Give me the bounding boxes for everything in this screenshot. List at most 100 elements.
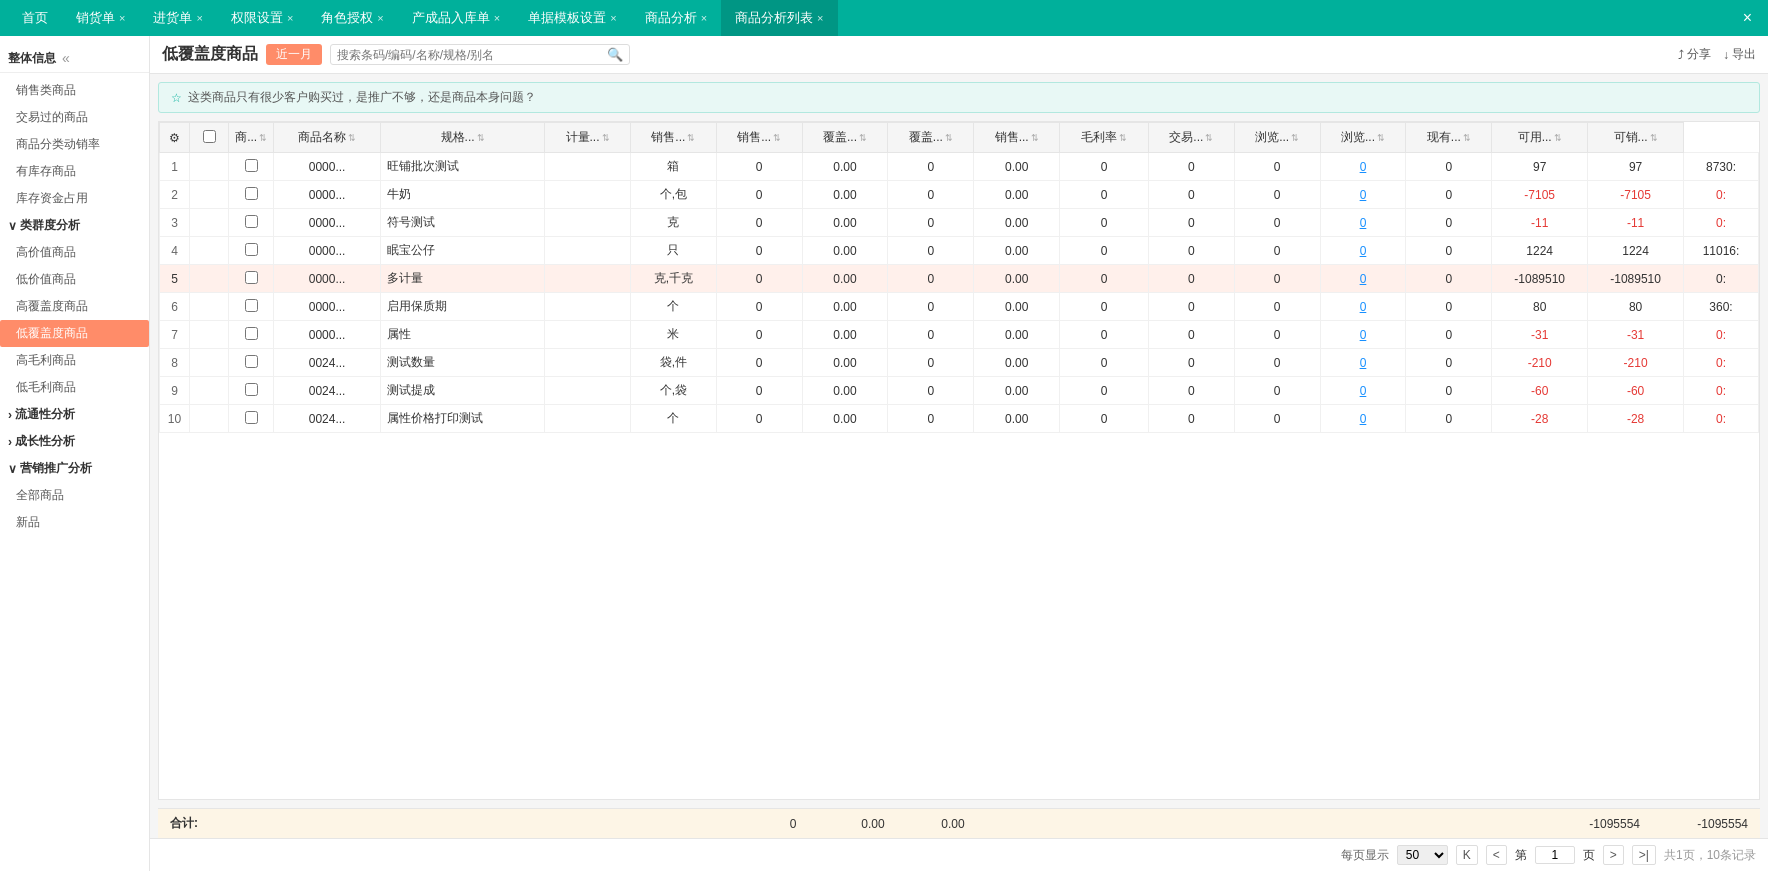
export-button[interactable]: ↓ 导出: [1723, 46, 1756, 63]
row-browse1[interactable]: 0: [1320, 405, 1406, 433]
row-browse2: 0: [1406, 209, 1492, 237]
row-browse1[interactable]: 0: [1320, 153, 1406, 181]
sidebar-item-capital[interactable]: 库存资金占用: [0, 185, 149, 212]
first-page-button[interactable]: K: [1456, 845, 1478, 865]
row-coverage1: 0: [888, 293, 974, 321]
sort-icon: ⇅: [259, 133, 267, 143]
col-spec[interactable]: 规格...⇅: [381, 123, 545, 153]
nav-tab-sales[interactable]: 销货单 ×: [62, 0, 139, 36]
close-icon[interactable]: ×: [494, 0, 500, 36]
row-checkbox[interactable]: [229, 181, 274, 209]
col-coverage2[interactable]: 覆盖...⇅: [888, 123, 974, 153]
col-sales-qty[interactable]: 销售...⇅: [630, 123, 716, 153]
nav-tab-role[interactable]: 角色授权 ×: [307, 0, 397, 36]
content-area: 低覆盖度商品 近一月 🔍 ⤴ 分享 ↓ 导出 ☆ 这类商品只有很少客户购买过，是…: [150, 36, 1768, 871]
nav-tab-home[interactable]: 首页: [8, 0, 62, 36]
sidebar-item-all-goods[interactable]: 全部商品: [0, 482, 149, 509]
row-checkbox[interactable]: [229, 377, 274, 405]
row-current: -31: [1492, 321, 1588, 349]
sidebar-item-sales-goods[interactable]: 销售类商品: [0, 77, 149, 104]
col-unit[interactable]: 计量...⇅: [545, 123, 631, 153]
col-current[interactable]: 现有...⇅: [1406, 123, 1492, 153]
current-page-input[interactable]: [1535, 846, 1575, 864]
last-page-button[interactable]: >|: [1632, 845, 1656, 865]
nav-tab-warehouse[interactable]: 产成品入库单 ×: [398, 0, 514, 36]
row-checkbox[interactable]: [229, 321, 274, 349]
row-settings: [190, 265, 229, 293]
close-icon[interactable]: ×: [610, 0, 616, 36]
row-browse1[interactable]: 0: [1320, 377, 1406, 405]
col-checkbox[interactable]: [190, 123, 229, 153]
row-checkbox[interactable]: [229, 349, 274, 377]
close-icon[interactable]: ×: [701, 0, 707, 36]
sidebar-item-high-margin[interactable]: 高毛利商品: [0, 347, 149, 374]
share-button[interactable]: ⤴ 分享: [1678, 46, 1711, 63]
col-sales-amt[interactable]: 销售...⇅: [716, 123, 802, 153]
sidebar-group-marketing[interactable]: ∨ 营销推广分析: [0, 455, 149, 482]
next-page-button[interactable]: >: [1603, 845, 1624, 865]
row-browse1[interactable]: 0: [1320, 293, 1406, 321]
sidebar-item-low-margin[interactable]: 低毛利商品: [0, 374, 149, 401]
sidebar-item-low-value[interactable]: 低价值商品: [0, 266, 149, 293]
select-all-checkbox[interactable]: [203, 130, 216, 143]
time-filter-button[interactable]: 近一月: [266, 44, 322, 65]
sidebar-item-new-goods[interactable]: 新品: [0, 509, 149, 536]
row-available: -28: [1588, 405, 1684, 433]
col-code[interactable]: 商...⇅: [229, 123, 274, 153]
sidebar-group-cluster[interactable]: ∨ 类群度分析: [0, 212, 149, 239]
nav-tab-analysis-list[interactable]: 商品分析列表 ×: [721, 0, 837, 36]
row-checkbox[interactable]: [229, 293, 274, 321]
col-gross-rate[interactable]: 毛利率⇅: [1060, 123, 1149, 153]
row-number: 7: [160, 321, 190, 349]
row-browse1[interactable]: 0: [1320, 209, 1406, 237]
nav-tab-template[interactable]: 单据模板设置 ×: [514, 0, 630, 36]
sidebar-group-flow[interactable]: › 流通性分析: [0, 401, 149, 428]
close-icon[interactable]: ×: [817, 0, 823, 36]
row-sales-amt: 0.00: [802, 405, 888, 433]
row-sellable: 0:: [1684, 321, 1759, 349]
row-browse1[interactable]: 0: [1320, 349, 1406, 377]
sidebar-collapse-button[interactable]: «: [56, 48, 76, 68]
sidebar-item-low-coverage[interactable]: 低覆盖度商品: [0, 320, 149, 347]
col-browse1[interactable]: 浏览...⇅: [1234, 123, 1320, 153]
nav-tab-purchase[interactable]: 进货单 ×: [139, 0, 216, 36]
row-browse1[interactable]: 0: [1320, 181, 1406, 209]
sidebar-item-traded-goods[interactable]: 交易过的商品: [0, 104, 149, 131]
col-settings[interactable]: ⚙: [160, 123, 190, 153]
close-icon[interactable]: ×: [119, 0, 125, 36]
close-icon[interactable]: ×: [377, 0, 383, 36]
row-checkbox[interactable]: [229, 405, 274, 433]
row-checkbox[interactable]: [229, 237, 274, 265]
window-close-button[interactable]: ×: [1735, 9, 1760, 27]
sidebar-item-high-value[interactable]: 高价值商品: [0, 239, 149, 266]
col-coverage1[interactable]: 覆盖...⇅: [802, 123, 888, 153]
row-browse1[interactable]: 0: [1320, 237, 1406, 265]
sidebar-group-growth[interactable]: › 成长性分析: [0, 428, 149, 455]
row-browse1[interactable]: 0: [1320, 265, 1406, 293]
row-name: 启用保质期: [381, 293, 545, 321]
col-available[interactable]: 可用...⇅: [1492, 123, 1588, 153]
row-checkbox[interactable]: [229, 153, 274, 181]
col-sales2[interactable]: 销售...⇅: [974, 123, 1060, 153]
col-transaction[interactable]: 交易...⇅: [1148, 123, 1234, 153]
row-sales-amt: 0.00: [802, 321, 888, 349]
close-icon[interactable]: ×: [196, 0, 202, 36]
col-sellable[interactable]: 可销...⇅: [1588, 123, 1684, 153]
prev-page-button[interactable]: <: [1486, 845, 1507, 865]
search-input[interactable]: [337, 48, 607, 62]
col-name[interactable]: 商品名称⇅: [274, 123, 381, 153]
page-size-select[interactable]: 50 100 200: [1397, 845, 1448, 865]
nav-tab-permission[interactable]: 权限设置 ×: [217, 0, 307, 36]
nav-tab-analysis[interactable]: 商品分析 ×: [631, 0, 721, 36]
sidebar-item-high-coverage[interactable]: 高覆盖度商品: [0, 293, 149, 320]
row-sales-qty: 0: [716, 405, 802, 433]
sidebar-item-category-rate[interactable]: 商品分类动销率: [0, 131, 149, 158]
row-checkbox[interactable]: [229, 265, 274, 293]
col-browse2[interactable]: 浏览...⇅: [1320, 123, 1406, 153]
row-spec: [545, 265, 631, 293]
row-checkbox[interactable]: [229, 209, 274, 237]
row-browse1[interactable]: 0: [1320, 321, 1406, 349]
sidebar-item-stocked-goods[interactable]: 有库存商品: [0, 158, 149, 185]
row-transaction: 0: [1234, 349, 1320, 377]
close-icon[interactable]: ×: [287, 0, 293, 36]
